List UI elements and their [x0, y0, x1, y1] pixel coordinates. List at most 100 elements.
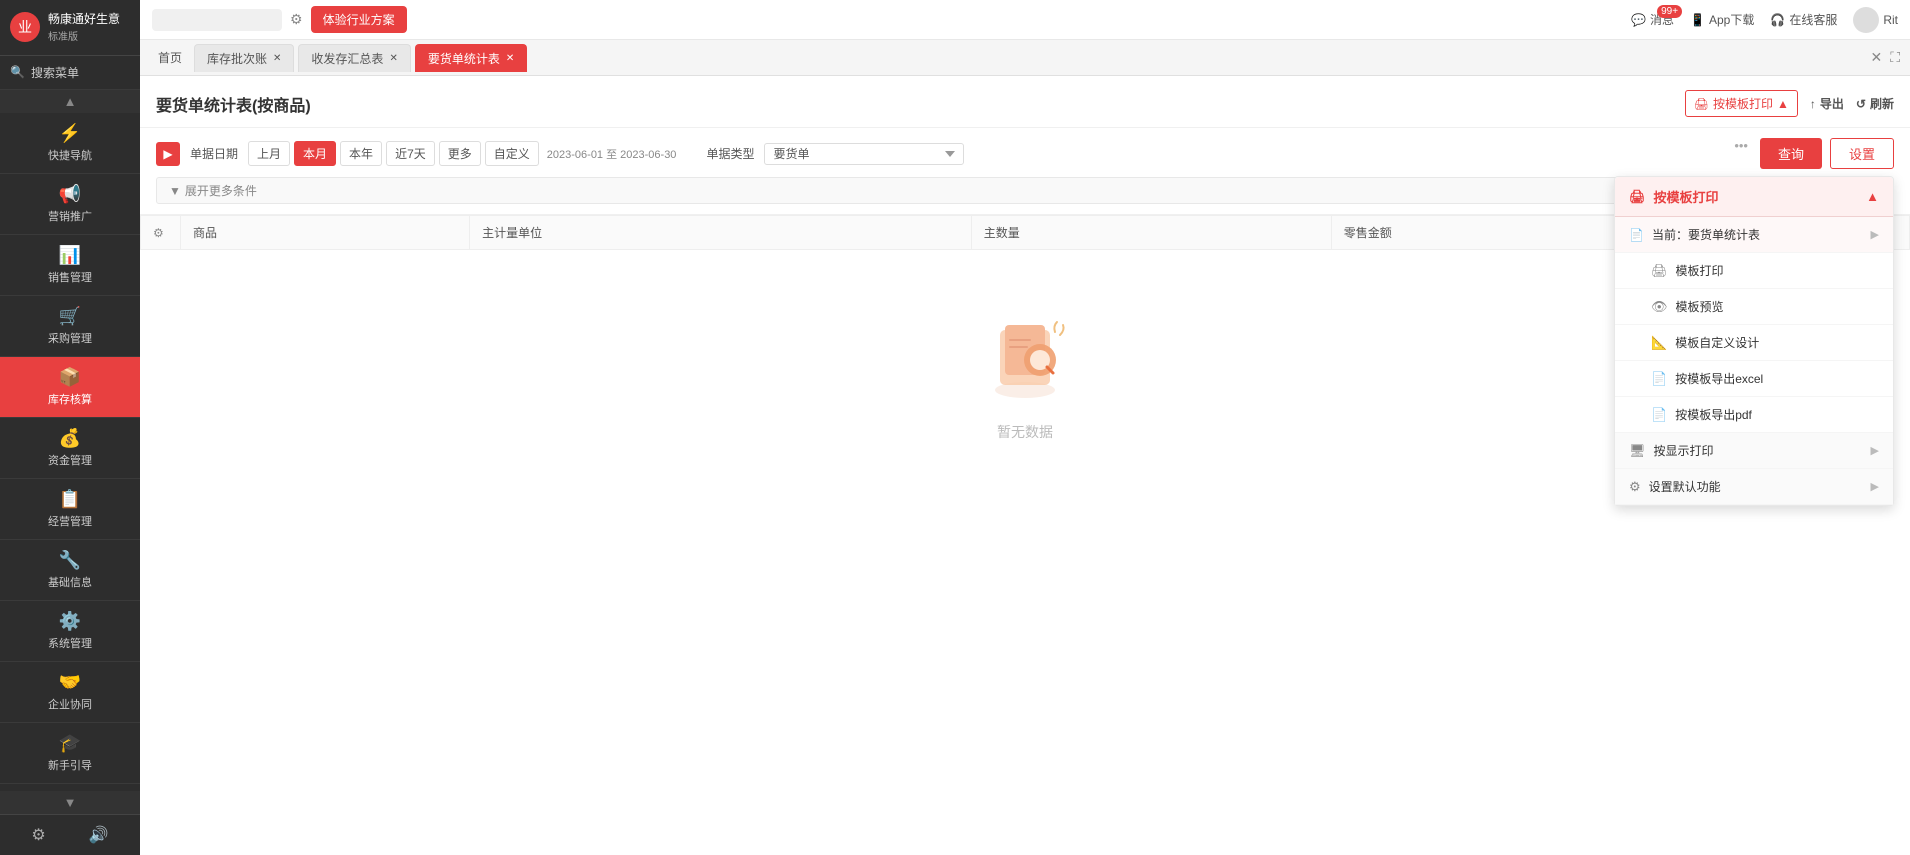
dropdown-set-default[interactable]: ⚙ 设置默认功能 ▶ — [1615, 469, 1893, 505]
sidebar-bottom: ⚙ 🔊 — [0, 814, 140, 855]
filter-row-1: ▶ 单据日期 上月 本月 本年 近7天 更多 自定义 2023-06-01 至 … — [156, 138, 1894, 169]
topbar-gear-icon[interactable]: ⚙ — [290, 11, 303, 28]
sidebar-item-marketing[interactable]: 📢 营销推广 — [0, 174, 140, 235]
tabs-bar: 首页 库存批次账 ✕ 收发存汇总表 ✕ 要货单统计表 ✕ ✕ ⛶ — [140, 40, 1910, 76]
date-label: 单据日期 — [190, 145, 238, 162]
user-avatar[interactable]: Rit — [1853, 7, 1898, 33]
empty-icon-svg — [975, 310, 1075, 410]
sidebar-item-sales[interactable]: 📊 销售管理 — [0, 235, 140, 296]
sidebar-scroll-up[interactable]: ▲ — [0, 90, 140, 113]
date-btn-custom[interactable]: 自定义 — [485, 141, 539, 166]
pdf-icon: 📄 — [1651, 407, 1667, 423]
sidebar-item-operations[interactable]: 📋 经营管理 — [0, 479, 140, 540]
table-col-unit: 主计量单位 — [470, 216, 972, 250]
sidebar: 业 畅康通好生意 标准版 🔍 搜索菜单 ▲ ⚡ 快捷导航 📢 营销推广 📊 销售… — [0, 0, 140, 855]
more-dots-icon[interactable]: ••• — [1734, 138, 1748, 169]
app-download-button[interactable]: 📱 App下载 — [1690, 11, 1754, 28]
sidebar-item-basic[interactable]: 🔧 基础信息 — [0, 540, 140, 601]
tab-home[interactable]: 首页 — [150, 44, 190, 72]
sound-icon[interactable]: 🔊 — [89, 825, 109, 845]
table-settings-icon[interactable]: ⚙ — [153, 226, 164, 240]
tab-order-stats[interactable]: 要货单统计表 ✕ — [415, 44, 527, 72]
tab-receipt[interactable]: 收发存汇总表 ✕ — [298, 44, 410, 72]
current-chevron-icon: ▶ — [1871, 228, 1879, 241]
dropdown-export-excel[interactable]: 📄 按模板导出excel — [1615, 361, 1893, 397]
date-btn-this-year[interactable]: 本年 — [340, 141, 382, 166]
window-close-icon[interactable]: ✕ — [1870, 49, 1882, 66]
query-button[interactable]: 查询 — [1760, 138, 1822, 169]
finance-icon: 💰 — [59, 428, 81, 449]
purchase-icon: 🛒 — [59, 306, 81, 327]
dropdown-template-print[interactable]: 🖨 模板打印 — [1615, 253, 1893, 289]
refresh-button[interactable]: ↺ 刷新 — [1856, 95, 1894, 112]
dropdown-printer-icon: 🖨 — [1629, 189, 1646, 205]
topbar-search-input[interactable] — [152, 9, 282, 31]
chevron-up-icon: ▲ — [1777, 97, 1789, 111]
date-btn-7days[interactable]: 近7天 — [386, 141, 435, 166]
trial-button[interactable]: 体验行业方案 — [311, 6, 407, 33]
set-default-chevron: ▶ — [1871, 480, 1879, 493]
order-type-label: 单据类型 — [706, 145, 754, 162]
filter-action-buttons: ••• 查询 设置 — [1730, 138, 1894, 169]
template-print-button[interactable]: 🖨 按模板打印 ▲ — [1685, 90, 1798, 117]
display-print-chevron: ▶ — [1871, 444, 1879, 457]
export-button[interactable]: ↑ 导出 — [1810, 95, 1844, 112]
date-range-text: 2023-06-01 至 2023-06-30 — [547, 146, 677, 162]
app-logo: 业 畅康通好生意 标准版 — [0, 0, 140, 56]
date-btn-more[interactable]: 更多 — [439, 141, 481, 166]
dropdown-template-custom[interactable]: 📐 模板自定义设计 — [1615, 325, 1893, 361]
dropdown-export-pdf[interactable]: 📄 按模板导出pdf — [1615, 397, 1893, 433]
tab-order-stats-close[interactable]: ✕ — [506, 53, 514, 64]
service-icon: 🎧 — [1770, 13, 1785, 27]
newbie-icon: 🎓 — [59, 733, 81, 754]
sidebar-item-quick[interactable]: ⚡ 快捷导航 — [0, 113, 140, 174]
filter-expand-icon[interactable]: ▶ — [156, 142, 180, 166]
sidebar-nav: ⚡ 快捷导航 📢 营销推广 📊 销售管理 🛒 采购管理 📦 库存核算 💰 资金管… — [0, 113, 140, 791]
main-area: ⚙ 体验行业方案 💬 消息 99+ 📱 App下载 🎧 在线客服 Rit — [140, 0, 1910, 855]
online-service-button[interactable]: 🎧 在线客服 — [1770, 11, 1837, 28]
page-content: 要货单统计表(按商品) 🖨 按模板打印 ▲ ↑ 导出 ↺ 刷新 — [140, 76, 1910, 855]
dropdown-current-item[interactable]: 📄 当前：要货单统计表 ▶ — [1615, 217, 1893, 253]
search-icon: 🔍 — [10, 65, 25, 79]
sidebar-scroll-down[interactable]: ▼ — [0, 791, 140, 814]
sidebar-item-newbie[interactable]: 🎓 新手引导 — [0, 723, 140, 784]
excel-icon: 📄 — [1651, 371, 1667, 387]
tab-batch[interactable]: 库存批次账 ✕ — [194, 44, 294, 72]
sidebar-item-enterprise[interactable]: 🤝 企业协同 — [0, 662, 140, 723]
date-btn-this-month[interactable]: 本月 — [294, 141, 336, 166]
sales-icon: 📊 — [59, 245, 81, 266]
logo-icon: 业 — [10, 12, 40, 42]
message-button[interactable]: 💬 消息 99+ — [1631, 11, 1674, 28]
sidebar-item-apps[interactable]: 📱 应用中心 — [0, 784, 140, 791]
dropdown-chevron-up-icon[interactable]: ▲ — [1866, 189, 1879, 204]
logo-text: 畅康通好生意 标准版 — [48, 12, 120, 43]
message-icon: 💬 — [1631, 13, 1646, 27]
sidebar-item-purchase[interactable]: 🛒 采购管理 — [0, 296, 140, 357]
default-icon: ⚙ — [1629, 479, 1641, 495]
dropdown-header: 🖨 按模板打印 ▲ — [1615, 177, 1893, 217]
sidebar-search[interactable]: 🔍 搜索菜单 — [0, 56, 140, 90]
printer-icon: 🖨 — [1694, 97, 1709, 111]
page-header-actions: 🖨 按模板打印 ▲ ↑ 导出 ↺ 刷新 — [1685, 90, 1894, 117]
avatar-image — [1853, 7, 1879, 33]
settings-icon[interactable]: ⚙ — [31, 825, 45, 845]
date-btn-last-month[interactable]: 上月 — [248, 141, 290, 166]
dropdown-template-preview[interactable]: 👁 模板预览 — [1615, 289, 1893, 325]
sidebar-item-system[interactable]: ⚙️ 系统管理 — [0, 601, 140, 662]
refresh-icon: ↺ — [1856, 97, 1866, 111]
order-type-select[interactable]: 要货单 — [764, 143, 964, 165]
custom-icon: 📐 — [1651, 335, 1667, 351]
empty-text: 暂无数据 — [997, 422, 1053, 442]
enterprise-icon: 🤝 — [59, 672, 81, 693]
sidebar-item-inventory[interactable]: 📦 库存核算 — [0, 357, 140, 418]
tab-receipt-close[interactable]: ✕ — [389, 53, 397, 64]
display-icon: 🖥 — [1629, 443, 1646, 459]
dropdown-display-print[interactable]: 🖥 按显示打印 ▶ — [1615, 433, 1893, 469]
operations-icon: 📋 — [59, 489, 81, 510]
print-icon: 🖨 — [1651, 263, 1668, 279]
window-expand-icon[interactable]: ⛶ — [1890, 49, 1900, 66]
tab-batch-close[interactable]: ✕ — [273, 53, 281, 64]
sidebar-item-finance[interactable]: 💰 资金管理 — [0, 418, 140, 479]
settings-button[interactable]: 设置 — [1830, 138, 1894, 169]
table-col-product: 商品 — [181, 216, 470, 250]
